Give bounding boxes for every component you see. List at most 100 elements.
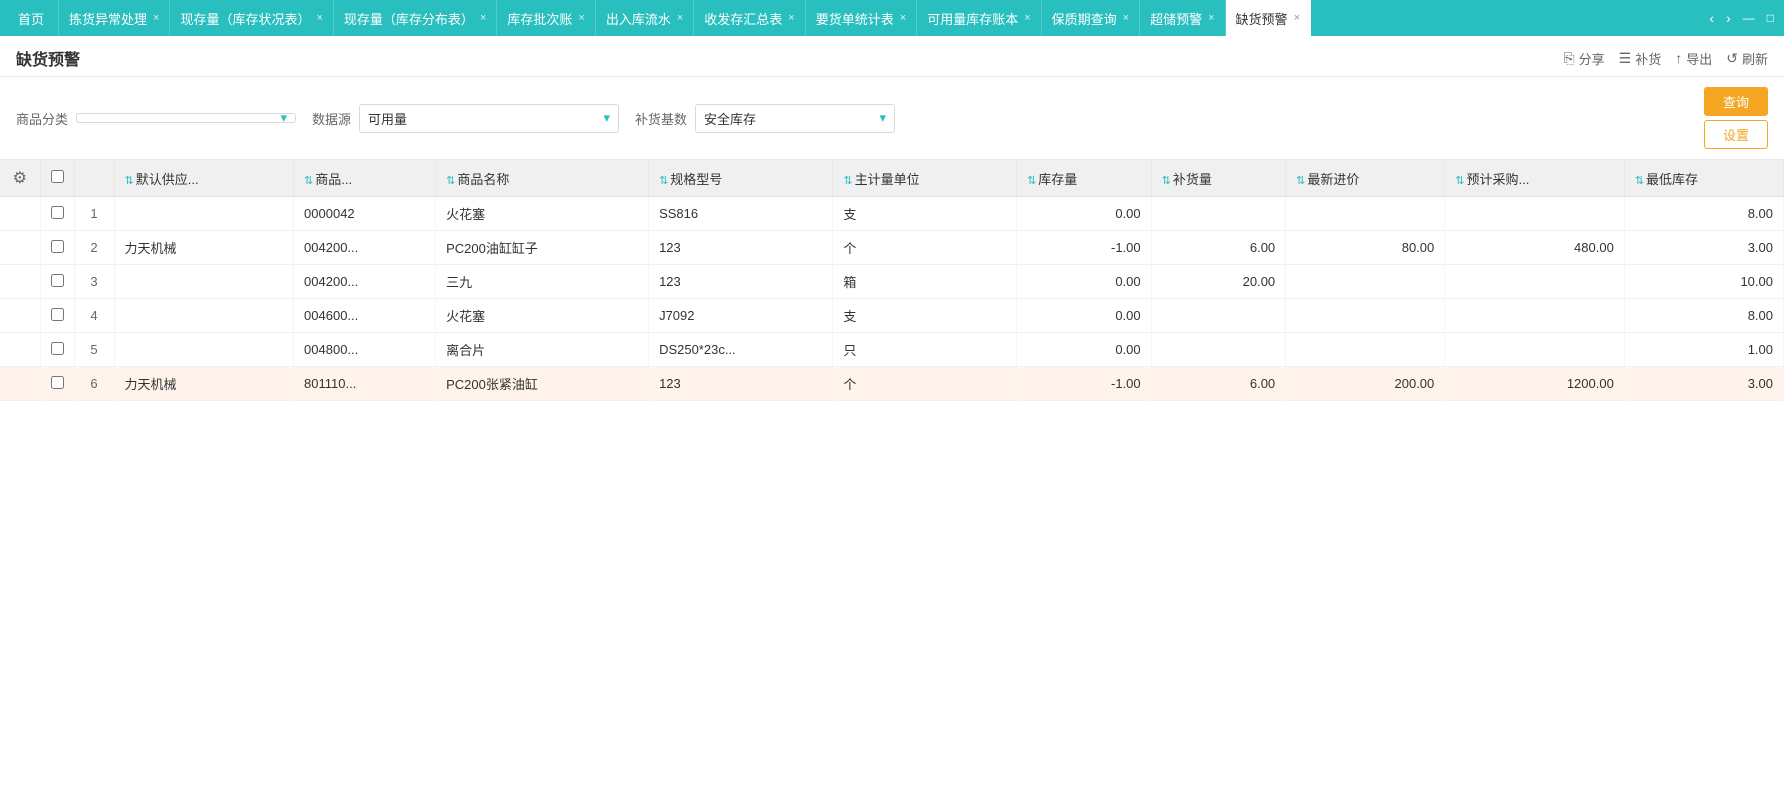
col-header-unit[interactable]: ⇅主计量单位 <box>833 160 1017 197</box>
tab-close-10[interactable]: × <box>1208 12 1214 24</box>
cell-code-4: 004800... <box>294 333 436 367</box>
cell-name-2: 三九 <box>436 265 649 299</box>
tab-label-2: 现存量（库存状况表） <box>180 9 310 28</box>
datasource-select[interactable]: 可用量 ▾ <box>359 104 619 133</box>
datasource-value: 可用量 <box>368 109 407 128</box>
row-checkbox-0[interactable] <box>51 206 64 219</box>
col-header-code[interactable]: ⇅商品... <box>294 160 436 197</box>
row-checkbox-3[interactable] <box>51 308 64 321</box>
cell-check-1 <box>40 231 74 265</box>
cell-spec-2: 123 <box>649 265 833 299</box>
tab-maximize-button[interactable]: □ <box>1761 9 1780 27</box>
col-header-minstok[interactable]: ⇅最低库存 <box>1624 160 1783 197</box>
cell-replenish-1: 6.00 <box>1151 231 1286 265</box>
tab-close-4[interactable]: × <box>578 12 584 24</box>
cell-minstok-4: 1.00 <box>1624 333 1783 367</box>
cell-latestprice-1: 80.00 <box>1286 231 1445 265</box>
col-header-replenish[interactable]: ⇅补货量 <box>1151 160 1286 197</box>
col-header-name[interactable]: ⇅商品名称 <box>436 160 649 197</box>
datasource-label: 数据源 <box>312 109 351 128</box>
tab-close-5[interactable]: × <box>677 12 683 24</box>
tab-item-9[interactable]: 保质期查询 × <box>1042 0 1140 36</box>
tab-item-6[interactable]: 收发存汇总表 × <box>694 0 805 36</box>
page-header: 缺货预警 ⎘ 分享 ☰ 补货 ↑ 导出 ↺ 刷新 <box>0 36 1784 77</box>
cell-code-1: 004200... <box>294 231 436 265</box>
tab-item-7[interactable]: 要货单统计表 × <box>806 0 917 36</box>
cell-name-4: 离合片 <box>436 333 649 367</box>
tab-item-2[interactable]: 现存量（库存状况表） × <box>170 0 333 36</box>
settings-col-icon[interactable]: ⚙ <box>13 170 27 187</box>
cell-settings-0 <box>0 197 40 231</box>
cell-minstok-5: 3.00 <box>1624 367 1783 401</box>
tab-next-button[interactable]: › <box>1720 8 1737 28</box>
category-label: 商品分类 <box>16 109 68 128</box>
col-header-settings: ⚙ <box>0 160 40 197</box>
settings-button[interactable]: 设置 <box>1704 120 1768 149</box>
cell-unit-1: 个 <box>833 231 1017 265</box>
tab-item-0[interactable]: 首页 <box>4 0 59 36</box>
cell-stock-0: 0.00 <box>1017 197 1152 231</box>
tab-close-1[interactable]: × <box>153 12 159 24</box>
table-row: 6力天机械801110...PC200张紧油缸123个-1.006.00200.… <box>0 367 1784 401</box>
category-select[interactable]: ▾ <box>76 113 296 123</box>
table-header: ⚙⇅默认供应...⇅商品...⇅商品名称⇅规格型号⇅主计量单位⇅库存量⇅补货量⇅… <box>0 160 1784 197</box>
tab-item-10[interactable]: 超储预警 × <box>1140 0 1225 36</box>
cell-estimated-2 <box>1445 265 1625 299</box>
cell-latestprice-4 <box>1286 333 1445 367</box>
col-header-estimated[interactable]: ⇅预计采购... <box>1445 160 1625 197</box>
replenish-select[interactable]: 安全库存 ▾ <box>695 104 895 133</box>
query-button[interactable]: 查询 <box>1704 87 1768 116</box>
tab-prev-button[interactable]: ‹ <box>1703 8 1720 28</box>
tab-item-3[interactable]: 现存量（库存分布表） × <box>334 0 497 36</box>
col-header-check <box>40 160 74 197</box>
share-button[interactable]: ⎘ 分享 <box>1563 49 1604 68</box>
tab-close-2[interactable]: × <box>316 12 322 24</box>
tab-close-3[interactable]: × <box>480 12 486 24</box>
col-header-supplier[interactable]: ⇅默认供应... <box>114 160 294 197</box>
tab-item-8[interactable]: 可用量库存账本 × <box>917 0 1041 36</box>
tab-close-7[interactable]: × <box>900 12 906 24</box>
cell-num-0: 1 <box>74 197 114 231</box>
sort-icon-replenish: ⇅ <box>1162 175 1171 187</box>
row-checkbox-5[interactable] <box>51 376 64 389</box>
export-icon: ↑ <box>1675 50 1682 66</box>
col-header-spec[interactable]: ⇅规格型号 <box>649 160 833 197</box>
row-checkbox-4[interactable] <box>51 342 64 355</box>
cell-code-5: 801110... <box>294 367 436 401</box>
replenish-value: 安全库存 <box>704 109 756 128</box>
replenish-label: 补货基数 <box>635 109 687 128</box>
tab-label-6: 收发存汇总表 <box>704 9 782 28</box>
tab-item-11[interactable]: 缺货预警 × <box>1226 0 1311 36</box>
sort-icon-name: ⇅ <box>446 175 455 187</box>
refresh-button[interactable]: ↺ 刷新 <box>1726 49 1768 68</box>
tab-minimize-button[interactable]: — <box>1737 9 1761 27</box>
cell-supplier-5: 力天机械 <box>114 367 294 401</box>
sort-icon-estimated: ⇅ <box>1455 175 1464 187</box>
col-header-stock[interactable]: ⇅库存量 <box>1017 160 1152 197</box>
tab-nav-buttons: ‹ › — □ <box>1703 8 1780 28</box>
tab-label-0: 首页 <box>18 9 44 28</box>
cell-stock-3: 0.00 <box>1017 299 1152 333</box>
row-checkbox-1[interactable] <box>51 240 64 253</box>
tab-close-8[interactable]: × <box>1024 12 1030 24</box>
tab-bar: 首页拣货异常处理 ×现存量（库存状况表） ×现存量（库存分布表） ×库存批次账 … <box>0 0 1784 36</box>
row-checkbox-2[interactable] <box>51 274 64 287</box>
col-header-latestprice[interactable]: ⇅最新进价 <box>1286 160 1445 197</box>
tab-item-5[interactable]: 出入库流水 × <box>596 0 694 36</box>
tab-item-4[interactable]: 库存批次账 × <box>497 0 595 36</box>
cell-settings-3 <box>0 299 40 333</box>
select-all-checkbox[interactable] <box>51 170 64 183</box>
tab-close-9[interactable]: × <box>1123 12 1129 24</box>
table-row: 4004600...火花塞J7092支0.008.00 <box>0 299 1784 333</box>
cell-supplier-4 <box>114 333 294 367</box>
tab-close-6[interactable]: × <box>788 12 794 24</box>
cell-check-2 <box>40 265 74 299</box>
cell-settings-2 <box>0 265 40 299</box>
tab-close-11[interactable]: × <box>1294 12 1300 24</box>
sort-icon-spec: ⇅ <box>659 175 668 187</box>
cell-minstok-3: 8.00 <box>1624 299 1783 333</box>
export-button[interactable]: ↑ 导出 <box>1675 49 1712 68</box>
tab-item-1[interactable]: 拣货异常处理 × <box>59 0 170 36</box>
cell-name-3: 火花塞 <box>436 299 649 333</box>
replenish-button[interactable]: ☰ 补货 <box>1619 49 1662 68</box>
